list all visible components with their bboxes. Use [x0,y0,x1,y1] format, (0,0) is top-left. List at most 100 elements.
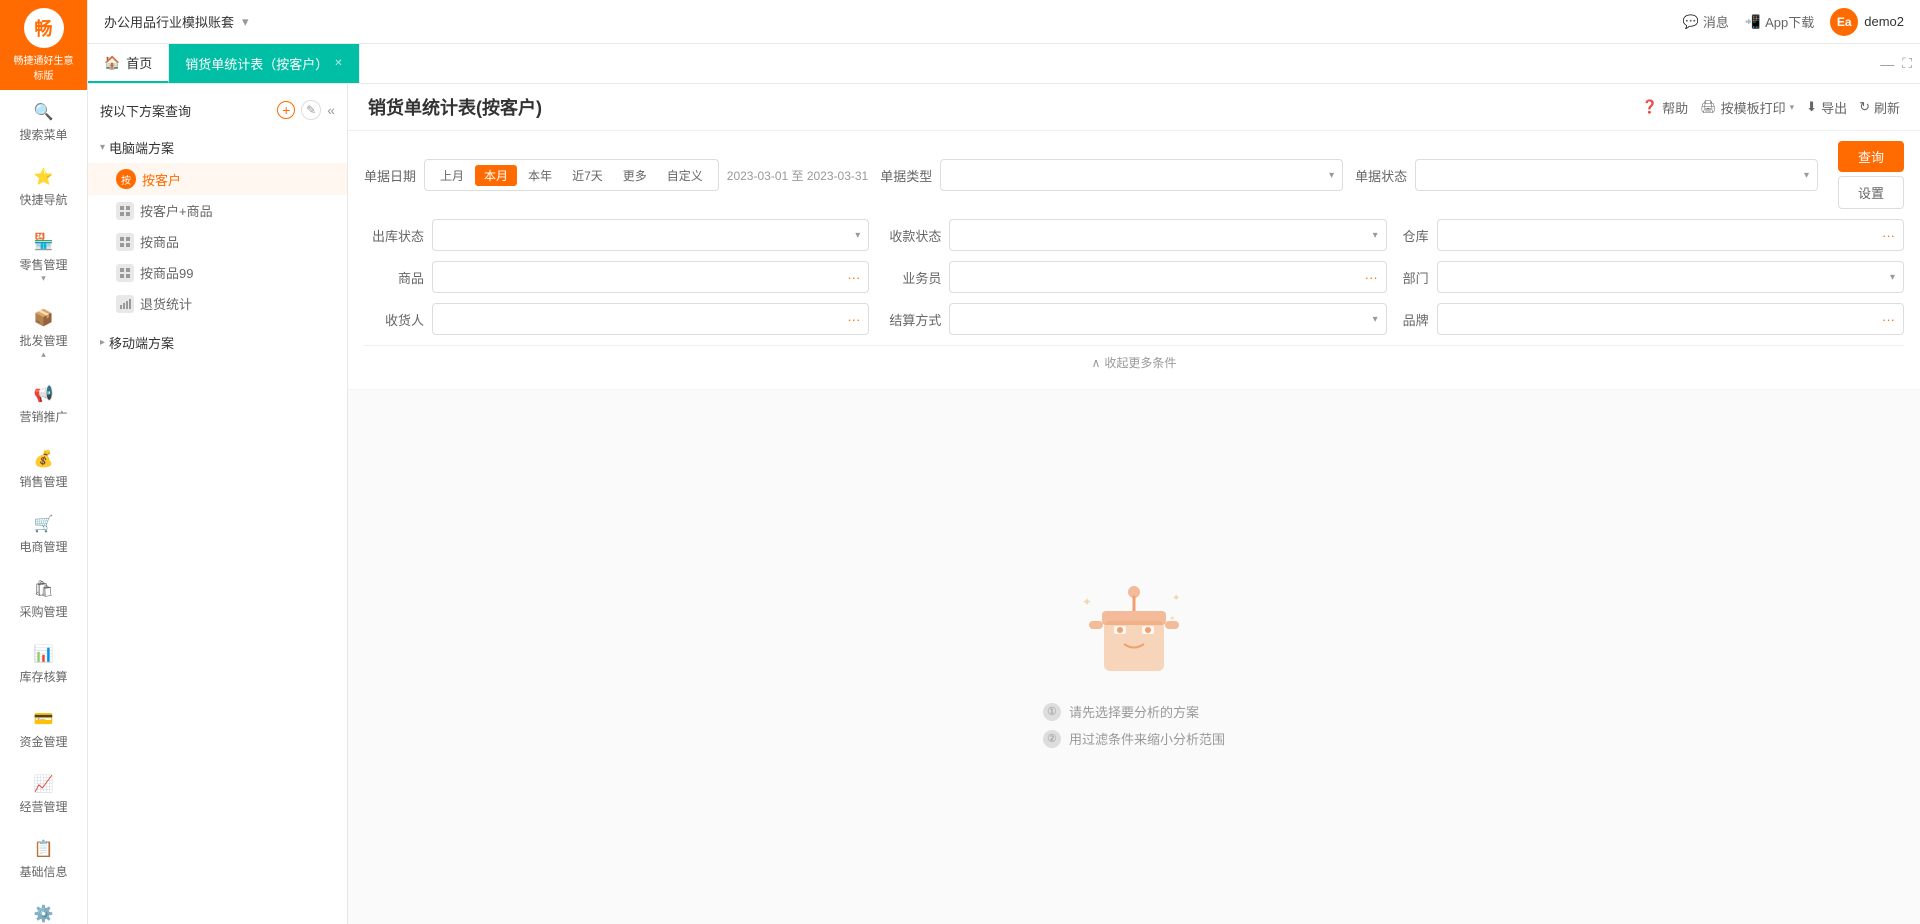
sidebar-item-marketing[interactable]: 📢 营销推广 [0,372,87,437]
receipt-status-select[interactable]: ▾ [949,219,1386,251]
tab-bar: 🏠 首页 销货单统计表（按客户） ✕ — ⛶ [88,44,1920,84]
settings-btn[interactable]: 设置 [1838,176,1904,209]
scheme-item-by-goods-99[interactable]: 按商品99 [88,257,347,288]
sidebar-item-quick-nav[interactable]: ⭐ 快捷导航 [0,155,87,220]
retail-arrow: ▾ [41,273,46,284]
tab-sales-stats[interactable]: 销货单统计表（按客户） ✕ [169,44,359,83]
scheme-item-return-stats[interactable]: 退货统计 [88,288,347,319]
goods-filter: 商品 ··· [364,261,869,293]
query-buttons: 查询 设置 [1838,141,1904,209]
finance-icon: 💳 [34,709,54,729]
scheme-item-by-customer[interactable]: 按 按客户 [88,163,347,195]
scheme-item-by-goods[interactable]: 按商品 [88,226,347,257]
receiver-input[interactable]: ··· [432,303,869,335]
help-btn[interactable]: ❓ 帮助 [1642,98,1688,117]
receipt-status-filter: 收款状态 ▾ [881,219,1386,251]
tab-close-btn[interactable]: ✕ [334,58,342,69]
doc-status-filter: 单据状态 ▾ [1355,159,1818,191]
tab-maximize-btn[interactable]: ⛶ [1902,55,1912,72]
filter-panel-actions: + ✎ « [277,100,335,120]
warehouse-label: 仓库 [1399,226,1429,245]
out-status-filter: 出库状态 ▾ [364,219,869,251]
date-last-7-btn[interactable]: 近7天 [563,164,612,187]
date-selector: 上月 本月 本年 近7天 更多 自定义 [424,159,719,191]
collapse-panel-btn[interactable]: « [327,102,335,118]
message-btn[interactable]: 💬 消息 [1683,12,1729,31]
logo-icon: 畅 [24,8,64,48]
scheme-group-desktop: ▾ 电脑端方案 按 按客户 按客户+商品 [88,132,347,319]
tab-minimize-btn[interactable]: — [1880,56,1894,72]
scheme-group-header-desktop[interactable]: ▾ 电脑端方案 [88,132,347,163]
salesperson-input[interactable]: ··· [949,261,1386,293]
edit-scheme-btn[interactable]: ✎ [301,100,321,120]
sales-icon: 💰 [34,449,54,469]
sidebar-item-system[interactable]: ⚙️ 系统管理 [0,892,87,924]
query-btn[interactable]: 查询 [1838,141,1904,172]
refresh-btn[interactable]: ↻ 刷新 [1859,98,1900,117]
print-dropdown-arrow: ▾ [1790,102,1795,113]
goods-input[interactable]: ··· [432,261,869,293]
home-icon: 🏠 [104,55,120,71]
dept-filter: 部门 ▾ [1399,261,1904,293]
date-current-year-btn[interactable]: 本年 [519,164,561,187]
template-print-btn[interactable]: 🖨 按模板打印 ▾ [1700,98,1794,117]
sidebar-item-inventory[interactable]: 📊 库存核算 [0,632,87,697]
dept-select[interactable]: ▾ [1437,261,1904,293]
svg-text:✦: ✦ [1169,614,1176,623]
logo-text: 畅捷通好生意 标版 [14,52,74,82]
warehouse-filter: 仓库 ··· [1399,219,1904,251]
payment-select[interactable]: ▾ [949,303,1386,335]
date-last-month-btn[interactable]: 上月 [431,164,473,187]
user-name: demo2 [1864,14,1904,29]
ecommerce-icon: 🛒 [34,514,54,534]
inventory-icon: 📊 [34,644,54,664]
brand-input[interactable]: ··· [1437,303,1904,335]
scheme-group-header-mobile[interactable]: ▸ 移动端方案 [88,327,347,358]
sidebar-item-search[interactable]: 🔍 搜索菜单 [0,90,87,155]
filter-panel: 按以下方案查询 + ✎ « ▾ 电脑端方案 按 按客户 [88,84,348,924]
industry-title: 办公用品行业模拟账套 [104,12,234,31]
out-status-label: 出库状态 [364,226,424,245]
empty-tip-2: ② 用过滤条件来缩小分析范围 [1043,729,1225,748]
sidebar-item-purchase[interactable]: 🛍 采购管理 [0,567,87,632]
date-custom-btn[interactable]: 自定义 [658,164,712,187]
collapse-bar[interactable]: ∧ 收起更多条件 [364,345,1904,379]
sidebar-item-sales[interactable]: 💰 销售管理 [0,437,87,502]
collapse-up-icon: ∧ [1092,356,1101,370]
out-status-arrow: ▾ [855,230,860,241]
page-header-row: 销货单统计表(按客户) ❓ 帮助 🖨 按模板打印 ▾ ⬇ 导出 [348,84,1920,131]
date-current-month-btn[interactable]: 本月 [475,165,517,186]
date-more-btn[interactable]: 更多 [614,164,656,187]
by-goods-99-icon [116,264,134,282]
ops-icon: 📈 [34,774,54,794]
doc-status-select[interactable]: ▾ [1415,159,1818,191]
sidebar-logo[interactable]: 畅 畅捷通好生意 标版 [0,0,88,90]
warehouse-input[interactable]: ··· [1437,219,1904,251]
add-scheme-btn[interactable]: + [277,101,295,119]
svg-text:✦: ✦ [1172,593,1180,604]
retail-icon: 🏪 [34,232,54,252]
empty-tip-1: ① 请先选择要分析的方案 [1043,702,1225,721]
wholesale-icon: 📦 [34,308,54,328]
scheme-item-by-customer-goods[interactable]: 按客户+商品 [88,195,347,226]
content: 按以下方案查询 + ✎ « ▾ 电脑端方案 按 按客户 [88,84,1920,924]
app-download-btn[interactable]: 📲 App下载 [1745,12,1814,31]
sidebar-item-basic[interactable]: 📋 基础信息 [0,827,87,892]
sidebar-item-ops[interactable]: 📈 经营管理 [0,762,87,827]
sidebar-item-finance[interactable]: 💳 资金管理 [0,697,87,762]
brand-filter: 品牌 ··· [1399,303,1904,335]
date-range-display: 2023-03-01 至 2023-03-31 [727,167,868,184]
sidebar-item-wholesale[interactable]: 📦 批发管理 ▴ [0,296,87,372]
sidebar-item-ecommerce[interactable]: 🛒 电商管理 [0,502,87,567]
goods-dots: ··· [847,270,860,285]
filter-row-2: 出库状态 ▾ 收款状态 ▾ 仓库 [364,219,1904,251]
sidebar-item-retail[interactable]: 🏪 零售管理 ▾ [0,220,87,296]
header-right: 💬 消息 📲 App下载 Ea demo2 [1683,8,1904,36]
export-btn[interactable]: ⬇ 导出 [1806,98,1847,117]
industry-dropdown-icon[interactable]: ▾ [242,14,249,30]
svg-text:✦: ✦ [1082,595,1092,609]
doc-type-select[interactable]: ▾ [940,159,1343,191]
user-area[interactable]: Ea demo2 [1830,8,1904,36]
out-status-select[interactable]: ▾ [432,219,869,251]
tab-home[interactable]: 🏠 首页 [88,44,169,83]
